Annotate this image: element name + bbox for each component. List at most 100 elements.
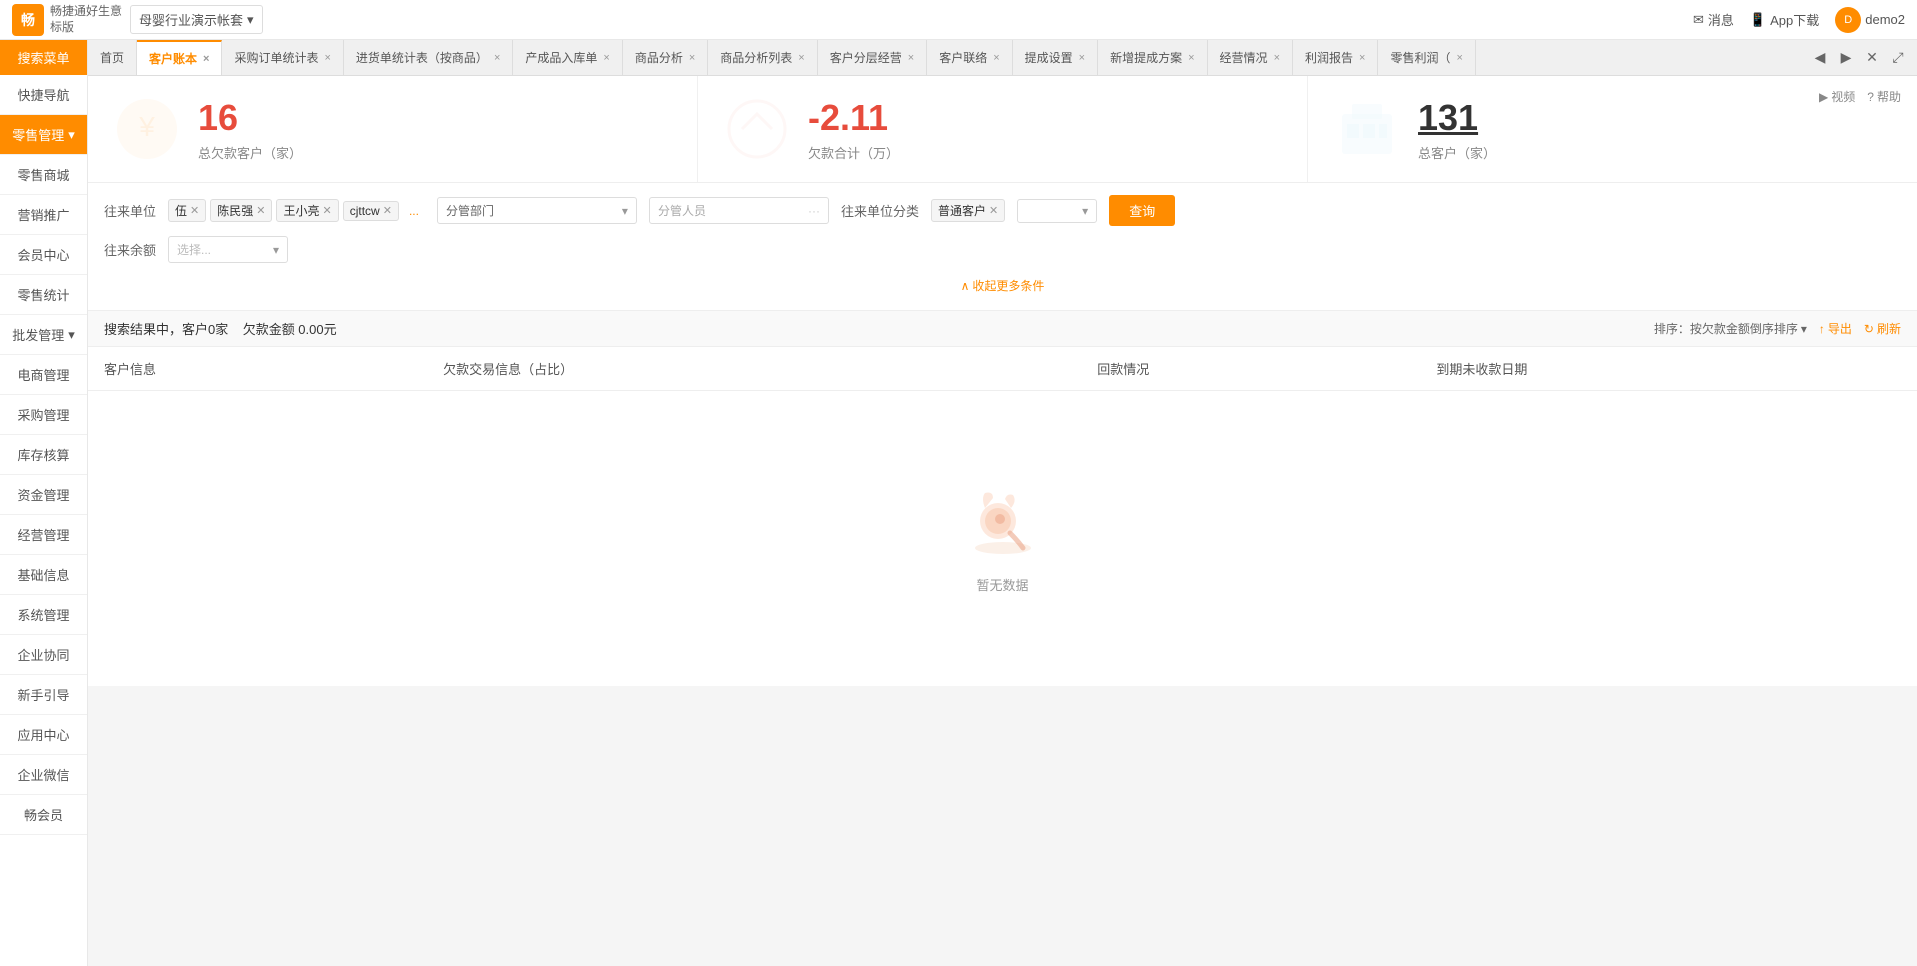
tab-customer-tier[interactable]: 客户分层经营× (818, 40, 927, 76)
filter-balance-select[interactable]: 选择... ▾ (168, 236, 288, 263)
filter-tag-wang-remove[interactable]: ✕ (323, 204, 332, 217)
filter-tag-normal-remove[interactable]: ✕ (989, 204, 998, 217)
sidebar-item-arrow-icon-wholesale-mgmt: ▾ (68, 327, 75, 343)
filter-tag-wu-remove[interactable]: ✕ (190, 204, 199, 217)
filter-tag-chen-remove[interactable]: ✕ (256, 204, 265, 217)
help-helper-btn[interactable]: ? 帮助 (1867, 88, 1901, 105)
tab-close-stock-stats[interactable]: × (494, 52, 500, 64)
sidebar-item-inventory[interactable]: 库存核算 (0, 435, 87, 475)
sidebar-item-vip-member[interactable]: 畅会员 (0, 795, 87, 835)
tab-profit-report[interactable]: 利润报告× (1293, 40, 1378, 76)
stat-text-debt: -2.11 欠款合计（万） (808, 97, 899, 162)
tab-promotion-settings[interactable]: 提成设置× (1013, 40, 1098, 76)
sidebar-item-app-center[interactable]: 应用中心 (0, 715, 87, 755)
tab-add-achievement[interactable]: 新增提成方案× (1098, 40, 1207, 76)
filter-category-dropdown[interactable]: ▾ (1017, 199, 1097, 223)
content-area: 首页客户账本×采购订单统计表×进货单统计表（按商品）×产成品入库单×商品分析×商… (88, 40, 1917, 966)
sidebar-item-enterprise-wechat[interactable]: 企业微信 (0, 755, 87, 795)
table-header: 客户信息 欠款交易信息（占比） 回款情况 到期未收款日期 (88, 347, 1917, 391)
filter-tag-cj-label: cjttcw (350, 204, 380, 218)
tab-product-analysis[interactable]: 商品分析× (623, 40, 708, 76)
filter-tag-cj-remove[interactable]: ✕ (383, 204, 392, 217)
sidebar-item-basic-info[interactable]: 基础信息 (0, 555, 87, 595)
messages-btn[interactable]: ✉ 消息 (1693, 10, 1734, 29)
filter-label-unit-category: 往来单位分类 (841, 201, 919, 220)
results-info-text: 搜索结果中，客户0家 (104, 322, 228, 337)
video-helper-btn[interactable]: ▶ 视频 (1819, 88, 1855, 105)
tab-product-analysis-list[interactable]: 商品分析列表 × (708, 40, 817, 76)
sidebar-item-ecom-mgmt[interactable]: 电商管理 (0, 355, 87, 395)
sidebar-item-member-center[interactable]: 会员中心 (0, 235, 87, 275)
tab-close-add-achievement[interactable]: × (1188, 52, 1194, 64)
workspace-selector[interactable]: 母婴行业演示帐套 ▾ (130, 5, 263, 34)
sidebar-item-purchase-mgmt[interactable]: 采购管理 (0, 395, 87, 435)
logo-icon: 畅 (12, 4, 44, 36)
sidebar-search-btn[interactable]: 搜索菜单 (0, 40, 87, 75)
sort-btn[interactable]: 排序：按欠款金额倒序排序 ▾ (1654, 320, 1807, 337)
app-download-btn[interactable]: 📱 App下载 (1750, 10, 1819, 29)
tab-close-customer-contact[interactable]: × (993, 52, 999, 64)
sidebar-item-wholesale-mgmt[interactable]: 批发管理▾ (0, 315, 87, 355)
refresh-btn[interactable]: ↻ 刷新 (1864, 320, 1901, 337)
tab-close-product-analysis-list[interactable]: × (798, 52, 804, 64)
tab-purchase-orders[interactable]: 采购订单统计表× (222, 40, 343, 76)
tab-home[interactable]: 首页 (88, 40, 137, 76)
sidebar-item-new-guide[interactable]: 新手引导 (0, 675, 87, 715)
quick-nav-label: 快捷导航 (17, 85, 69, 104)
filter-tags-category: 普通客户 ✕ (931, 199, 1005, 222)
more-tags-btn[interactable]: ... (403, 202, 425, 220)
tab-close-promotion-settings[interactable]: × (1079, 52, 1085, 64)
sidebar-item-retail-stats[interactable]: 零售统计 (0, 275, 87, 315)
tab-customer-account[interactable]: 客户账本× (137, 40, 222, 76)
tab-close-cost-entry[interactable]: × (603, 52, 609, 64)
filter-label-balance: 往来余额 (104, 240, 156, 259)
sidebar-quick-nav[interactable]: 快捷导航 (0, 75, 87, 115)
tab-label-product-analysis-list: 商品分析列表 (720, 49, 792, 66)
sidebar-item-retail-mall[interactable]: 零售商城 (0, 155, 87, 195)
tab-controls: ◀ ▶ ✕ ⤢ (1801, 47, 1917, 69)
tab-bar: 首页客户账本×采购订单统计表×进货单统计表（按商品）×产成品入库单×商品分析×商… (88, 40, 1917, 76)
username-label: demo2 (1865, 12, 1905, 27)
tab-close-business-status[interactable]: × (1274, 52, 1280, 64)
filter-tag-wang-label: 王小亮 (283, 202, 319, 219)
tab-retail-profit[interactable]: 零售利润（× (1378, 40, 1475, 76)
collapse-btn[interactable]: ∧ 收起更多条件 (961, 277, 1045, 294)
tab-close-all-btn[interactable]: ✕ (1861, 47, 1883, 69)
sidebar-item-retail-mgmt[interactable]: 零售管理▾ (0, 115, 87, 155)
tab-close-customer-tier[interactable]: × (908, 52, 914, 64)
table-body: 暂无数据 (88, 391, 1917, 687)
stat-label-debt: 欠款合计（万） (808, 143, 899, 162)
tab-close-profit-report[interactable]: × (1359, 52, 1365, 64)
sidebar-item-sys-mgmt[interactable]: 系统管理 (0, 595, 87, 635)
filter-person-input[interactable]: 分管人员 ··· (649, 197, 829, 224)
empty-state: 暂无数据 (104, 403, 1901, 674)
filter-dept-select[interactable]: 分管部门 ▾ (437, 197, 637, 224)
tab-list: 首页客户账本×采购订单统计表×进货单统计表（按商品）×产成品入库单×商品分析×商… (88, 40, 1801, 76)
table-container: 客户信息 欠款交易信息（占比） 回款情况 到期未收款日期 (88, 347, 1917, 687)
tab-cost-entry[interactable]: 产成品入库单× (513, 40, 622, 76)
sidebar-item-finance-mgmt[interactable]: 资金管理 (0, 475, 87, 515)
tab-fullscreen-btn[interactable]: ⤢ (1887, 47, 1909, 69)
tab-close-customer-account[interactable]: × (203, 53, 209, 65)
tab-prev-btn[interactable]: ◀ (1809, 47, 1831, 69)
filter-tag-wang: 王小亮 ✕ (276, 199, 338, 222)
stat-value-debt: -2.11 (808, 97, 899, 139)
sidebar-item-marketing[interactable]: 营销推广 (0, 195, 87, 235)
sidebar-item-ops-mgmt[interactable]: 经营管理 (0, 515, 87, 555)
export-btn[interactable]: ↑ 导出 (1819, 320, 1852, 337)
user-area[interactable]: D demo2 (1835, 7, 1905, 33)
tab-close-product-analysis[interactable]: × (689, 52, 695, 64)
results-info: 搜索结果中，客户0家 欠款金额 0.00元 (104, 319, 337, 338)
tab-close-retail-profit[interactable]: × (1456, 52, 1462, 64)
stat-text-customers: 16 总欠款客户（家） (198, 97, 302, 162)
tab-business-status[interactable]: 经营情况× (1208, 40, 1293, 76)
filter-tag-cj: cjttcw ✕ (343, 201, 399, 221)
tab-next-btn[interactable]: ▶ (1835, 47, 1857, 69)
tab-stock-stats[interactable]: 进货单统计表（按商品）× (344, 40, 513, 76)
tab-customer-contact[interactable]: 客户联络× (927, 40, 1012, 76)
stat-icon-total (1332, 94, 1402, 164)
query-button[interactable]: 查询 (1109, 195, 1175, 226)
sidebar-item-enterprise-coop[interactable]: 企业协同 (0, 635, 87, 675)
empty-state-cell: 暂无数据 (88, 391, 1917, 687)
tab-close-purchase-orders[interactable]: × (324, 52, 330, 64)
